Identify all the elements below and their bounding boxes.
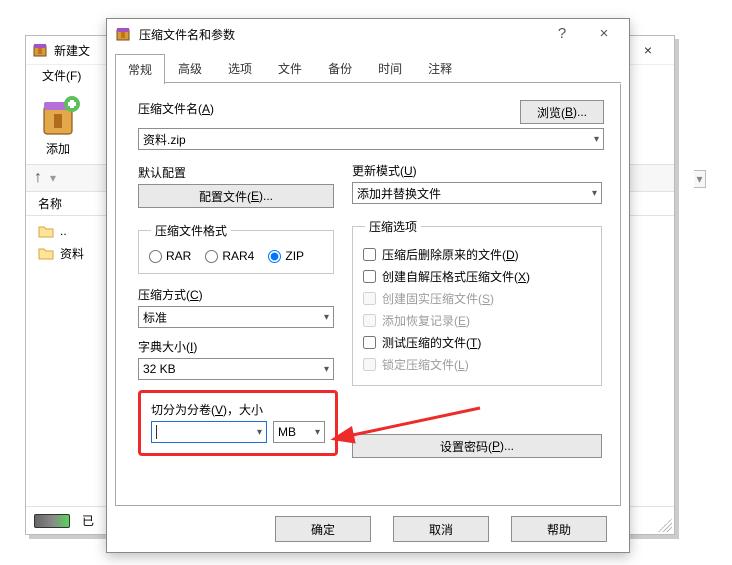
tab-files[interactable]: 文件 bbox=[265, 53, 315, 83]
opt-test[interactable]: 测试压缩的文件(T) bbox=[363, 331, 591, 353]
profiles-button[interactable]: 配置文件(E)... bbox=[138, 184, 334, 208]
dict-select[interactable]: 32 KB ▾ bbox=[138, 358, 334, 380]
method-select[interactable]: 标准 ▾ bbox=[138, 306, 334, 328]
tab-advanced[interactable]: 高级 bbox=[165, 53, 215, 83]
folder-up-icon bbox=[38, 223, 54, 239]
dict-label: 字典大小(I) bbox=[138, 338, 334, 355]
resize-grip[interactable] bbox=[658, 518, 672, 532]
bg-nav-down[interactable]: ▾ bbox=[50, 171, 56, 185]
tab-backup[interactable]: 备份 bbox=[315, 53, 365, 83]
winrar-icon bbox=[115, 26, 131, 42]
format-rar[interactable]: RAR bbox=[149, 249, 191, 263]
ok-button[interactable]: 确定 bbox=[275, 516, 371, 542]
opt-recovery: 添加恢复记录(E) bbox=[363, 309, 591, 331]
format-group: 压缩文件格式 RAR RAR4 ZIP bbox=[138, 222, 334, 274]
chevron-down-icon: ▾ bbox=[315, 427, 320, 438]
format-rar4[interactable]: RAR4 bbox=[205, 249, 254, 263]
add-archive-icon bbox=[34, 92, 82, 140]
profiles-label: 默认配置 bbox=[138, 164, 334, 181]
update-mode-value: 添加并替换文件 bbox=[357, 185, 441, 202]
options-label: 压缩选项 bbox=[365, 218, 421, 235]
opt-sfx[interactable]: 创建自解压格式压缩文件(X) bbox=[363, 265, 591, 287]
tab-options[interactable]: 选项 bbox=[215, 53, 265, 83]
archive-name-value: 资料.zip bbox=[143, 131, 186, 148]
chevron-down-icon: ▾ bbox=[324, 364, 329, 375]
bg-status-text: 已 bbox=[82, 512, 94, 529]
cancel-button[interactable]: 取消 bbox=[393, 516, 489, 542]
options-group: 压缩选项 压缩后删除原来的文件(D) 创建自解压格式压缩文件(X) 创建固实压缩… bbox=[352, 218, 602, 386]
archive-params-dialog: 压缩文件名和参数 ? × 常规 高级 选项 文件 备份 时间 注释 压缩文件名(… bbox=[106, 18, 630, 553]
dialog-help-button[interactable]: ? bbox=[541, 20, 583, 48]
winrar-icon bbox=[32, 42, 48, 58]
left-column: 压缩文件名(A) 浏览(B)... 资料.zip ▾ 默认配置 配置文件(E).… bbox=[138, 100, 334, 456]
update-mode-select[interactable]: 添加并替换文件 ▾ bbox=[352, 182, 602, 204]
split-size-input[interactable]: ▾ bbox=[151, 421, 267, 443]
format-zip[interactable]: ZIP bbox=[268, 249, 304, 263]
bg-toolbar-add-label: 添加 bbox=[46, 140, 70, 157]
bg-nav-up[interactable]: ↑ bbox=[34, 169, 42, 187]
method-label: 压缩方式(C) bbox=[138, 286, 334, 303]
split-unit-value: MB bbox=[278, 425, 296, 439]
folder-icon bbox=[38, 245, 54, 261]
tabs: 常规 高级 选项 文件 备份 时间 注释 bbox=[115, 53, 621, 83]
split-unit-select[interactable]: MB ▾ bbox=[273, 421, 325, 443]
bg-toolbar-add[interactable]: 添加 bbox=[34, 92, 82, 157]
dict-value: 32 KB bbox=[143, 362, 176, 376]
right-column: 更新模式(U) 添加并替换文件 ▾ 压缩选项 压缩后删除原来的文件(D) 创建自… bbox=[352, 100, 602, 458]
format-label: 压缩文件格式 bbox=[151, 222, 231, 239]
dialog-title-bar: 压缩文件名和参数 ? × bbox=[107, 19, 629, 49]
chevron-down-icon: ▾ bbox=[324, 312, 329, 323]
update-mode-label: 更新模式(U) bbox=[352, 162, 602, 179]
list-item-label: 资料 bbox=[60, 245, 84, 262]
chevron-down-icon: ▾ bbox=[257, 427, 262, 438]
bg-list-header-name: 名称 bbox=[38, 195, 62, 212]
dialog-footer: 确定 取消 帮助 bbox=[107, 506, 629, 552]
set-password-button[interactable]: 设置密码(P)... bbox=[352, 434, 602, 458]
status-icon bbox=[34, 514, 70, 528]
dialog-title: 压缩文件名和参数 bbox=[139, 26, 541, 43]
opt-lock: 锁定压缩文件(L) bbox=[363, 353, 591, 375]
chevron-down-icon: ▾ bbox=[592, 188, 597, 199]
opt-delete-after[interactable]: 压缩后删除原来的文件(D) bbox=[363, 243, 591, 265]
list-item-label: .. bbox=[60, 224, 67, 238]
split-label: 切分为分卷(V)，大小 bbox=[151, 401, 325, 418]
split-highlight-box: 切分为分卷(V)，大小 ▾ MB ▾ bbox=[138, 390, 338, 456]
bg-right-sliver: ▾ bbox=[694, 170, 706, 188]
tab-page-general: 压缩文件名(A) 浏览(B)... 资料.zip ▾ 默认配置 配置文件(E).… bbox=[115, 84, 621, 506]
method-value: 标准 bbox=[143, 309, 167, 326]
bg-menu-file[interactable]: 文件(F) bbox=[30, 66, 93, 85]
help-button[interactable]: 帮助 bbox=[511, 516, 607, 542]
dialog-close-button[interactable]: × bbox=[583, 20, 625, 48]
tab-general[interactable]: 常规 bbox=[115, 54, 165, 84]
tab-time[interactable]: 时间 bbox=[365, 53, 415, 83]
opt-solid: 创建固实压缩文件(S) bbox=[363, 287, 591, 309]
tab-comment[interactable]: 注释 bbox=[415, 53, 465, 83]
bg-close-button[interactable]: × bbox=[628, 40, 668, 60]
